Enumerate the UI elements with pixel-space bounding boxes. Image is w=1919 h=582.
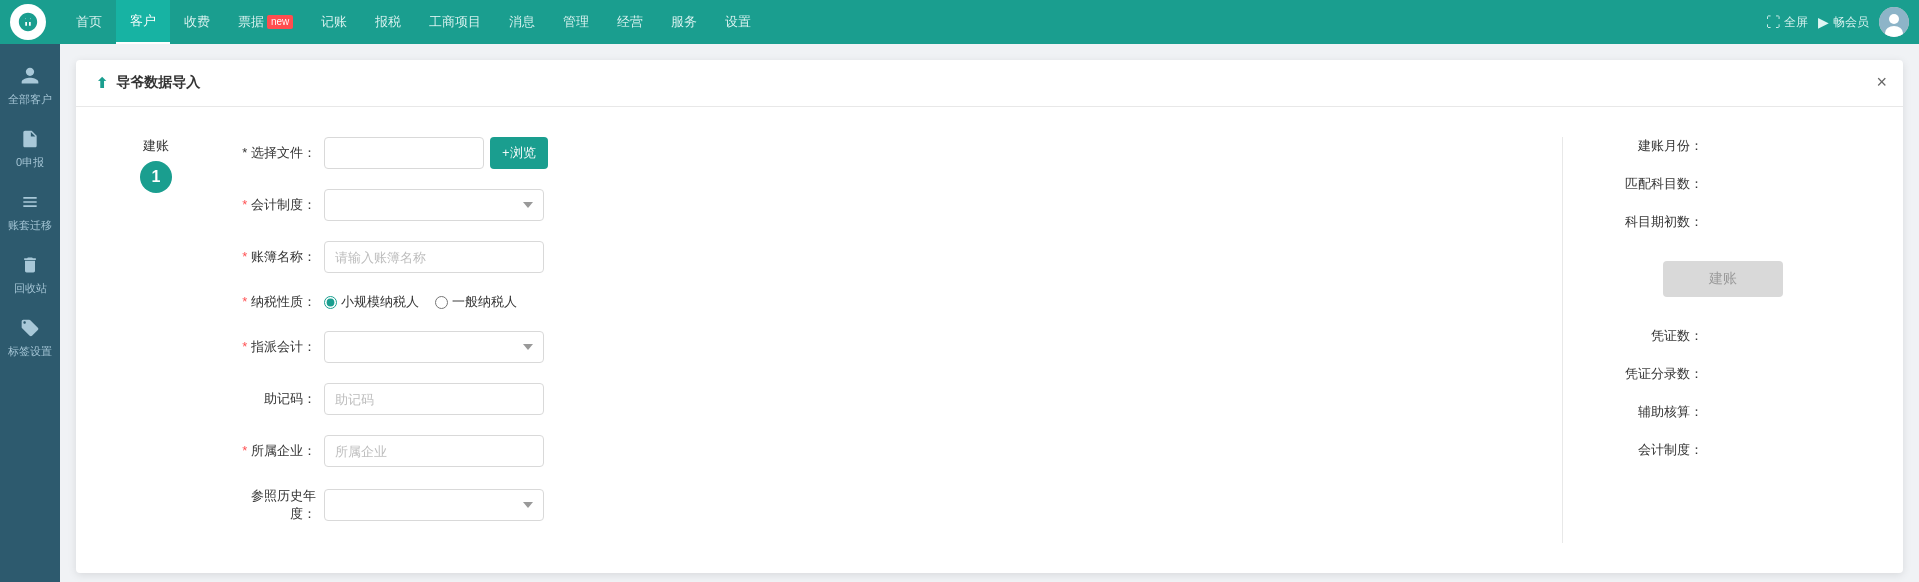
tax-type-label: 纳税性质： (226, 293, 316, 311)
section-divider (1562, 137, 1563, 543)
step-indicator: 建账 1 (116, 137, 196, 543)
sidebar-item-migrate[interactable]: 账套迁移 (0, 180, 60, 243)
voucher-count-row: 凭证数： (1613, 327, 1863, 345)
nav-items: 首页 客户 收费 票据 new 记账 报税 工商项目 消息 管理 经营 服务 设… (62, 0, 1766, 44)
accountant-select[interactable] (324, 331, 544, 363)
step-circle: 1 (140, 161, 172, 193)
build-month-row: 建账月份： (1613, 137, 1863, 155)
file-input-group: +浏览 (324, 137, 548, 169)
new-badge: new (267, 15, 293, 29)
accounting-system-label: 会计制度： (226, 196, 316, 214)
voucher-count-label: 凭证数： (1613, 327, 1703, 345)
accounting-system-select[interactable] (324, 189, 544, 221)
import-icon: ⬆ (96, 75, 108, 91)
create-account-button[interactable]: 建账 (1663, 261, 1783, 297)
member-btn[interactable]: ▶ 畅会员 (1818, 14, 1869, 31)
company-label: 所属企业： (226, 442, 316, 460)
app-logo[interactable] (10, 4, 46, 40)
content-area: ⬆ 导爷数据导入 × 建账 1 * 选择文件： (60, 44, 1919, 582)
sidebar-item-zero-declare[interactable]: 0申报 (0, 117, 60, 180)
period-amount-label: 科目期初数： (1613, 213, 1703, 231)
migrate-icon (18, 190, 42, 214)
voucher-entries-row: 凭证分录数： (1613, 365, 1863, 383)
radio-general-taxpayer[interactable]: 一般纳税人 (435, 293, 517, 311)
top-navigation: 首页 客户 收费 票据 new 记账 报税 工商项目 消息 管理 经营 服务 设… (0, 0, 1919, 44)
build-month-label: 建账月份： (1613, 137, 1703, 155)
svg-point-1 (1889, 14, 1899, 24)
radio-small-taxpayer[interactable]: 小规模纳税人 (324, 293, 419, 311)
period-amount-row: 科目期初数： (1613, 213, 1863, 231)
history-year-select[interactable] (324, 489, 544, 521)
nav-item-service[interactable]: 服务 (657, 0, 711, 44)
nav-item-message[interactable]: 消息 (495, 0, 549, 44)
browse-button[interactable]: +浏览 (490, 137, 548, 169)
tax-type-row: 纳税性质： 小规模纳税人 一般纳税人 (226, 293, 1512, 311)
file-text-input[interactable] (324, 137, 484, 169)
trash-icon (18, 253, 42, 277)
sidebar-item-all-customers[interactable]: 全部客户 (0, 54, 60, 117)
ledger-name-input[interactable] (324, 241, 544, 273)
voucher-entries-label: 凭证分录数： (1613, 365, 1703, 383)
nav-item-invoice[interactable]: 票据 new (224, 0, 307, 44)
form-area: * 选择文件： +浏览 会计制度： (226, 137, 1512, 543)
accounting-system-right-label: 会计制度： (1613, 441, 1703, 459)
sidebar-item-recycle[interactable]: 回收站 (0, 243, 60, 306)
memo-row: 助记码： (226, 383, 1512, 415)
report-icon (18, 127, 42, 151)
nav-item-tax[interactable]: 报税 (361, 0, 415, 44)
ledger-name-label: 账簿名称： (226, 248, 316, 266)
history-year-row: 参照历史年度： (226, 487, 1512, 523)
match-count-row: 匹配科目数： (1613, 175, 1863, 193)
nav-item-settings[interactable]: 设置 (711, 0, 765, 44)
sidebar: 全部客户 0申报 账套迁移 回收站 (0, 44, 60, 582)
auxiliary-row: 辅助核算： (1613, 403, 1863, 421)
nav-item-operation[interactable]: 经营 (603, 0, 657, 44)
dialog-card: ⬆ 导爷数据导入 × 建账 1 * 选择文件： (76, 60, 1903, 573)
ledger-name-row: 账簿名称： (226, 241, 1512, 273)
sidebar-item-tags[interactable]: 标签设置 (0, 306, 60, 369)
nav-item-manage[interactable]: 管理 (549, 0, 603, 44)
nav-item-customer[interactable]: 客户 (116, 0, 170, 44)
nav-item-business[interactable]: 工商项目 (415, 0, 495, 44)
nav-right: ⛶ 全屏 ▶ 畅会员 (1766, 7, 1909, 37)
auxiliary-label: 辅助核算： (1613, 403, 1703, 421)
accounting-system-row: 会计制度： (226, 189, 1512, 221)
memo-label: 助记码： (226, 390, 316, 408)
accountant-label: 指派会计： (226, 338, 316, 356)
step-label: 建账 (143, 137, 169, 155)
file-label: * 选择文件： (226, 144, 316, 162)
user-avatar[interactable] (1879, 7, 1909, 37)
company-row: 所属企业： (226, 435, 1512, 467)
accountant-row: 指派会计： (226, 331, 1512, 363)
history-year-label: 参照历史年度： (226, 487, 316, 523)
company-input[interactable] (324, 435, 544, 467)
fullscreen-btn[interactable]: ⛶ 全屏 (1766, 14, 1808, 31)
tag-icon (18, 316, 42, 340)
nav-item-billing[interactable]: 收费 (170, 0, 224, 44)
dialog-title: 导爷数据导入 (116, 74, 200, 92)
user-icon (18, 64, 42, 88)
accounting-system-right-row: 会计制度： (1613, 441, 1863, 459)
memo-input[interactable] (324, 383, 544, 415)
dialog-close-button[interactable]: × (1876, 72, 1887, 93)
nav-item-accounting[interactable]: 记账 (307, 0, 361, 44)
dialog-header: ⬆ 导爷数据导入 (76, 60, 1903, 107)
file-select-row: * 选择文件： +浏览 (226, 137, 1512, 169)
tax-type-radio-group: 小规模纳税人 一般纳税人 (324, 293, 517, 311)
step-section: 建账 1 * 选择文件： +浏览 会计制度： (76, 107, 1903, 573)
nav-item-home[interactable]: 首页 (62, 0, 116, 44)
match-count-label: 匹配科目数： (1613, 175, 1703, 193)
right-panel: 建账月份： 匹配科目数： 科目期初数： 建账 (1613, 137, 1863, 543)
main-layout: 全部客户 0申报 账套迁移 回收站 (0, 44, 1919, 582)
